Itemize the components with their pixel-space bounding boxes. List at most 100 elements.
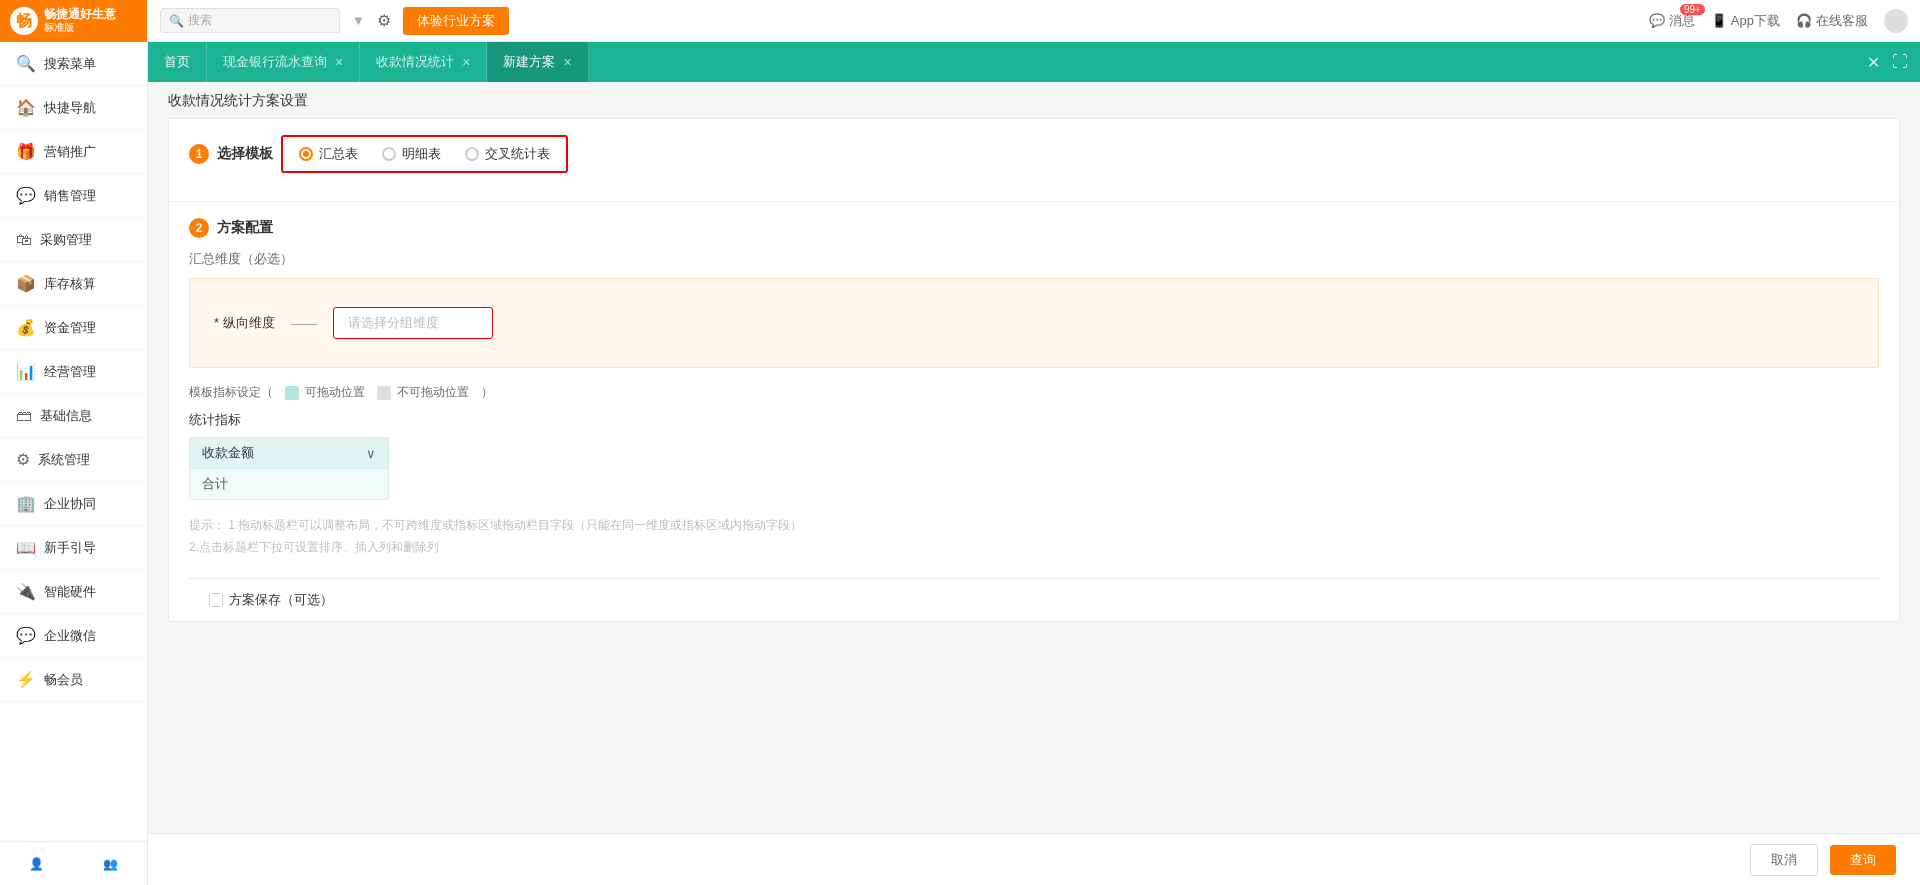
sales-icon: 💬	[16, 186, 36, 205]
system-icon: ⚙	[16, 450, 30, 469]
sidebar-item-new-guide[interactable]: 📖 新手引导	[0, 526, 147, 570]
tab-new-plan[interactable]: 新建方案 ×	[487, 42, 588, 82]
search-menu-icon: 🔍	[16, 54, 36, 73]
tab-new-plan-close[interactable]: ×	[563, 54, 571, 70]
sidebar-bottom-left[interactable]: 👤	[0, 842, 74, 885]
stats-table: 收款金额 ∨ 合计	[189, 437, 389, 500]
sidebar-item-label: 畅会员	[44, 671, 83, 689]
legend-draggable: 可拖动位置	[285, 384, 365, 401]
operations-icon: 📊	[16, 362, 36, 381]
topbar-dropdown-arrow[interactable]: ▼	[352, 13, 365, 28]
tab-bank-flow[interactable]: 现金银行流水查询 ×	[207, 42, 360, 82]
basic-info-icon: 🗃	[16, 407, 32, 425]
new-guide-icon: 📖	[16, 538, 36, 557]
online-support-btn[interactable]: 🎧 在线客服	[1796, 12, 1868, 30]
fund-icon: 💰	[16, 318, 36, 337]
radio-cross-label: 交叉统计表	[485, 145, 550, 163]
sidebar-item-sales[interactable]: 💬 销售管理	[0, 174, 147, 218]
app-download-btn[interactable]: 📱 App下载	[1711, 12, 1780, 30]
enterprise-wechat-icon: 💬	[16, 626, 36, 645]
search-box[interactable]: 🔍 搜索	[160, 8, 340, 33]
save-checkbox[interactable]	[209, 593, 223, 607]
stats-table-row: 合计	[190, 468, 388, 499]
sidebar-item-label: 库存核算	[44, 275, 96, 293]
sidebar-item-search-menu[interactable]: 🔍 搜索菜单	[0, 42, 147, 86]
brand-badge: 标准版	[44, 21, 116, 35]
sidebar-item-basic-info[interactable]: 🗃 基础信息	[0, 394, 147, 438]
sidebar-item-operations[interactable]: 📊 经营管理	[0, 350, 147, 394]
vertical-dim-label: * 纵向维度	[214, 314, 275, 332]
sidebar-item-system[interactable]: ⚙ 系统管理	[0, 438, 147, 482]
template-radio-group: 汇总表 明细表 交叉统计表	[281, 135, 568, 173]
tab-collection-stat[interactable]: 收款情况统计 ×	[360, 42, 487, 82]
radio-cross[interactable]: 交叉统计表	[465, 145, 550, 163]
tips-section: 提示： 1.拖动标题栏可以调整布局，不可跨维度或指标区域拖动栏目字段（只能在同一…	[189, 503, 1879, 562]
radio-summary[interactable]: 汇总表	[299, 145, 358, 163]
step2-label: 方案配置	[217, 219, 273, 237]
tab-home[interactable]: 首页	[148, 42, 207, 82]
legend-draggable-box	[285, 386, 299, 400]
tab-collection-stat-close[interactable]: ×	[462, 54, 470, 70]
step1-label: 选择模板	[217, 145, 273, 163]
tab-bank-flow-close[interactable]: ×	[335, 54, 343, 70]
step1-section: 1 选择模板 汇总表 明细表 交叉统计表	[169, 119, 1899, 202]
radio-detail[interactable]: 明细表	[382, 145, 441, 163]
enterprise-icon: 🏢	[16, 494, 36, 513]
sidebar-item-label: 企业微信	[44, 627, 96, 645]
legend-fixed-label: 不可拖动位置	[397, 384, 469, 401]
tab-new-plan-label: 新建方案	[503, 53, 555, 71]
tip-line-2: 2.点击标题栏下拉可设置排序、插入列和删除列	[189, 537, 1879, 559]
sidebar-item-enterprise-wechat[interactable]: 💬 企业微信	[0, 614, 147, 658]
brand-name: 畅捷通好生意	[44, 7, 116, 21]
sidebar-bottom-right[interactable]: 👥	[74, 842, 148, 885]
sidebar-logo: 畅 畅捷通好生意 标准版	[0, 0, 147, 42]
avatar-img	[1884, 9, 1908, 33]
step2-num: 2	[189, 218, 209, 238]
legend-draggable-label: 可拖动位置	[305, 384, 365, 401]
sidebar-item-label: 智能硬件	[44, 583, 96, 601]
member-icon: ⚡	[16, 670, 36, 689]
sidebar-item-label: 采购管理	[40, 231, 92, 249]
topbar-right: 💬 消息 99+ 📱 App下载 🎧 在线客服	[1649, 9, 1908, 33]
tab-bank-flow-label: 现金银行流水查询	[223, 53, 327, 71]
radio-summary-label: 汇总表	[319, 145, 358, 163]
legend-fixed: 不可拖动位置	[377, 384, 469, 401]
smart-hw-icon: 🔌	[16, 582, 36, 601]
tab-close-all-icon[interactable]: ✕	[1867, 53, 1880, 72]
query-button[interactable]: 查询	[1830, 845, 1896, 875]
sidebar-item-smart-hw[interactable]: 🔌 智能硬件	[0, 570, 147, 614]
step1-header: 1 选择模板 汇总表 明细表 交叉统计表	[189, 135, 1879, 173]
sidebar-item-label: 企业协同	[44, 495, 96, 513]
cancel-button[interactable]: 取消	[1750, 844, 1818, 876]
stats-table-header: 收款金额 ∨	[190, 438, 388, 468]
sidebar-item-member[interactable]: ⚡ 畅会员	[0, 658, 147, 702]
sidebar-item-purchase[interactable]: 🛍 采购管理	[0, 218, 147, 262]
sidebar-item-label: 营销推广	[44, 143, 96, 161]
dim-select[interactable]: 请选择分组维度	[333, 307, 493, 339]
sidebar-item-quick-nav[interactable]: 🏠 快捷导航	[0, 86, 147, 130]
message-icon: 💬	[1649, 13, 1665, 28]
sidebar-item-fund[interactable]: 💰 资金管理	[0, 306, 147, 350]
save-section: 方案保存（可选）	[189, 578, 1879, 621]
sidebar-item-inventory[interactable]: 📦 库存核算	[0, 262, 147, 306]
metrics-header-label: 统计指标	[189, 411, 1879, 429]
logo-icon: 畅	[10, 7, 38, 35]
marketing-icon: 🎁	[16, 142, 36, 161]
user-avatar[interactable]	[1884, 9, 1908, 33]
message-btn[interactable]: 💬 消息 99+	[1649, 12, 1695, 30]
save-checkbox-label[interactable]: 方案保存（可选）	[209, 591, 333, 609]
sidebar-item-enterprise[interactable]: 🏢 企业协同	[0, 482, 147, 526]
radio-detail-label: 明细表	[402, 145, 441, 163]
step2-section: 2 方案配置 汇总维度（必选） * 纵向维度 —— 请选择分组维度 模板指标设定…	[169, 202, 1899, 578]
sidebar-item-label: 经营管理	[44, 363, 96, 381]
save-label: 方案保存（可选）	[229, 591, 333, 609]
metrics-legend-row: 模板指标设定（ 可拖动位置 不可拖动位置 ）	[189, 384, 1879, 401]
sidebar-item-label: 基础信息	[40, 407, 92, 425]
dim-select-placeholder: 请选择分组维度	[348, 314, 439, 332]
trial-btn[interactable]: 体验行业方案	[403, 7, 509, 35]
sidebar-item-marketing[interactable]: 🎁 营销推广	[0, 130, 147, 174]
topbar-gear-icon[interactable]: ⚙	[377, 11, 391, 30]
col-dropdown-icon[interactable]: ∨	[366, 446, 376, 461]
step2-header: 2 方案配置	[189, 218, 1879, 238]
tab-expand-icon[interactable]: ⛶	[1892, 53, 1908, 71]
